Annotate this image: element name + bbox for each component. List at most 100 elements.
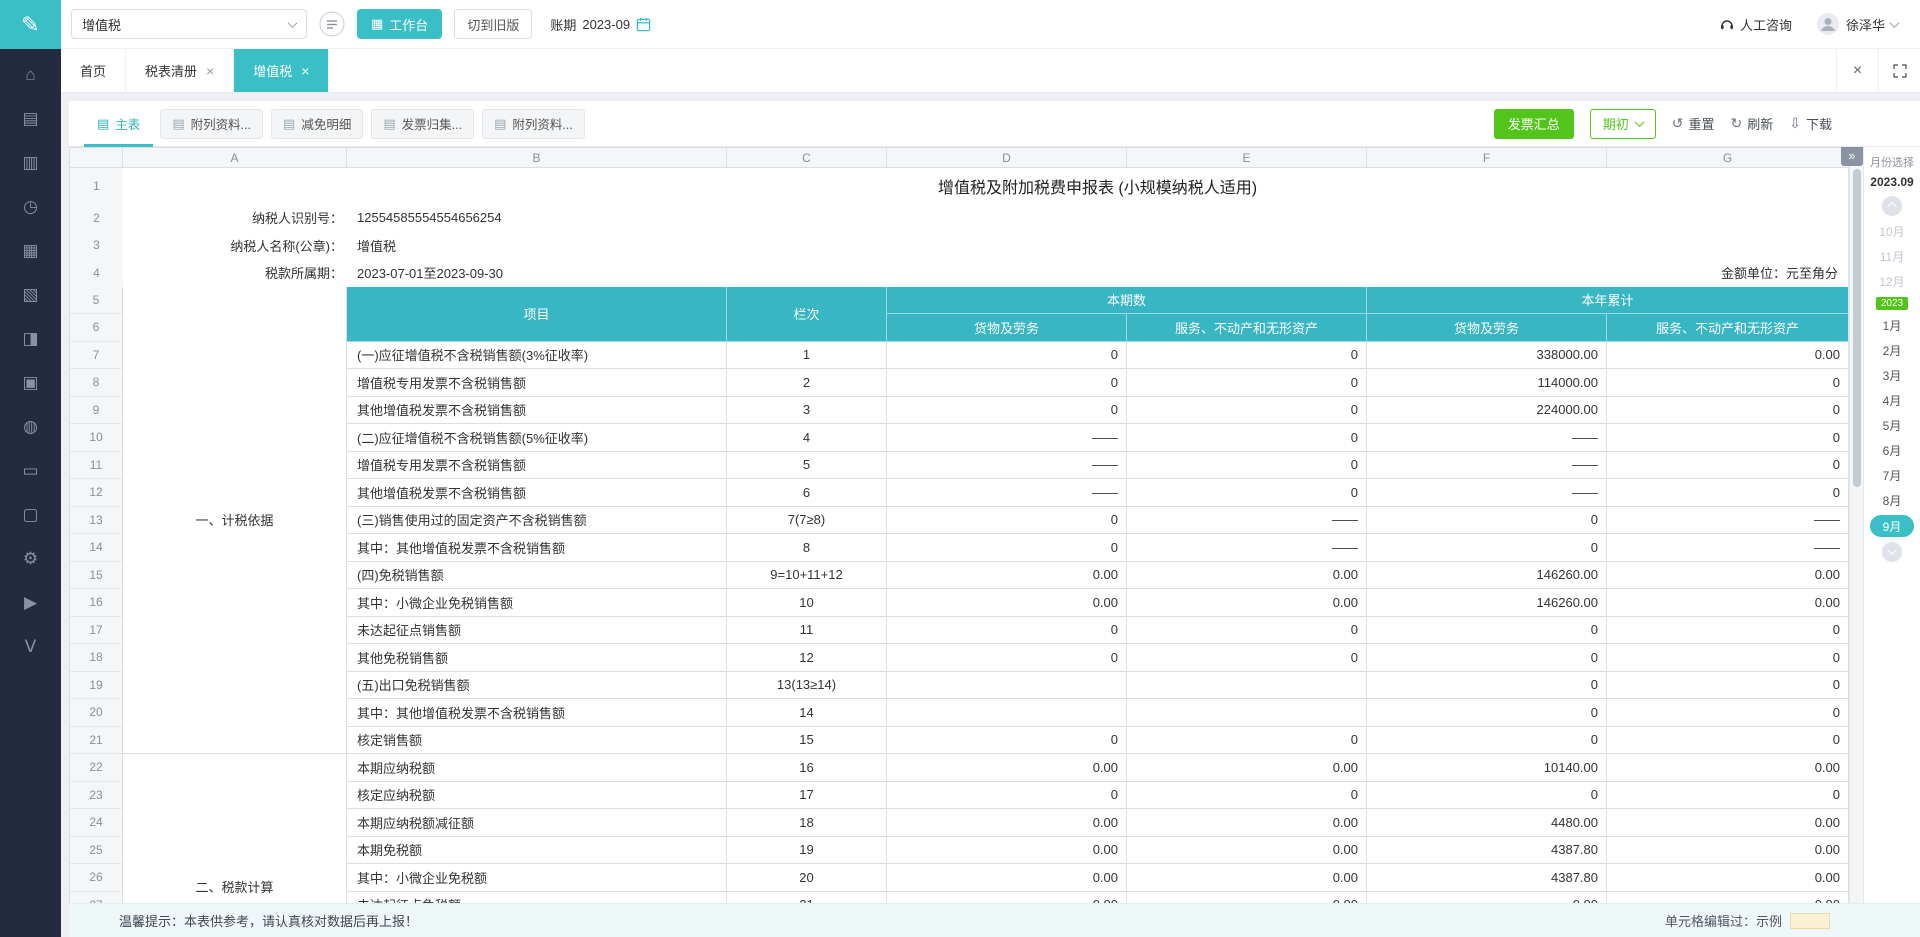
row-number[interactable]: 15 xyxy=(69,561,123,589)
month-item[interactable]: 11月 xyxy=(1870,244,1914,269)
cell-G11[interactable]: 0 xyxy=(1607,451,1849,479)
vertical-scrollbar[interactable] xyxy=(1849,147,1863,903)
cell-C13[interactable]: 7(7≥8) xyxy=(727,506,887,534)
chart-icon[interactable]: ▥ xyxy=(0,141,61,185)
cell-D15[interactable]: 0.00 xyxy=(887,561,1127,589)
cell-D25[interactable]: 0.00 xyxy=(887,836,1127,864)
month-item-selected[interactable]: 9月 xyxy=(1870,515,1914,537)
switch-version-button[interactable]: 切到旧版 xyxy=(454,9,533,39)
user-menu[interactable]: 徐泽华 xyxy=(1816,12,1900,36)
cell-F7[interactable]: 338000.00 xyxy=(1367,341,1607,369)
tab-close-icon[interactable]: × xyxy=(206,63,214,79)
cell-E23[interactable]: 0 xyxy=(1127,781,1367,809)
cell-B22[interactable]: 本期应纳税额 xyxy=(347,754,727,782)
cell-B13[interactable]: (三)销售使用过的固定资产不含税销售额 xyxy=(347,506,727,534)
cell-B17[interactable]: 未达起征点销售额 xyxy=(347,616,727,644)
row-number[interactable]: 11 xyxy=(69,451,123,479)
cell-C15[interactable]: 9=10+11+12 xyxy=(727,561,887,589)
sheet-tab-appendix-1[interactable]: ▤ 附列资料... xyxy=(160,108,264,139)
cell-G12[interactable]: 0 xyxy=(1607,479,1849,507)
month-item[interactable]: 4月 xyxy=(1870,388,1914,413)
cell-D22[interactable]: 0.00 xyxy=(887,754,1127,782)
cell-B25[interactable]: 本期免税额 xyxy=(347,836,727,864)
cell-E13[interactable]: —— xyxy=(1127,506,1367,534)
form-title[interactable]: 增值税及附加税费申报表 (小规模纳税人适用) xyxy=(347,168,1849,204)
row-number[interactable]: 3 xyxy=(69,231,123,259)
row-number[interactable]: 12 xyxy=(69,479,123,507)
cell-D12[interactable]: —— xyxy=(887,479,1127,507)
cell-G18[interactable]: 0 xyxy=(1607,644,1849,672)
cell-E11[interactable]: 0 xyxy=(1127,451,1367,479)
cell-G14[interactable]: —— xyxy=(1607,534,1849,562)
company-select[interactable]: 增值税 xyxy=(71,9,307,39)
taxpayer-id-label[interactable]: 纳税人识别号： xyxy=(123,204,347,232)
row-number[interactable]: 8 xyxy=(69,369,123,397)
cell-E17[interactable]: 0 xyxy=(1127,616,1367,644)
month-item[interactable]: 10月 xyxy=(1870,219,1914,244)
column-header-G[interactable]: G xyxy=(1607,148,1849,168)
cell-C9[interactable]: 3 xyxy=(727,396,887,424)
cell-G21[interactable]: 0 xyxy=(1607,726,1849,754)
cell-G23[interactable]: 0 xyxy=(1607,781,1849,809)
cell-E27[interactable]: 0.00 xyxy=(1127,891,1367,903)
taxpayer-id-value[interactable]: 12554585554554656254 xyxy=(347,204,1849,232)
cell-G22[interactable]: 0.00 xyxy=(1607,754,1849,782)
row-number[interactable]: 5 xyxy=(69,286,123,314)
cell-B23[interactable]: 核定应纳税额 xyxy=(347,781,727,809)
cell-C20[interactable]: 14 xyxy=(727,699,887,727)
row-number[interactable]: 4 xyxy=(69,259,123,287)
taxpayer-name-value[interactable]: 增值税 xyxy=(347,231,1849,259)
row-number[interactable]: 24 xyxy=(69,809,123,837)
row-number[interactable]: 22 xyxy=(69,754,123,782)
collapse-panel-button[interactable]: » xyxy=(1841,147,1863,166)
cell-D11[interactable]: —— xyxy=(887,451,1127,479)
service-icon[interactable]: ◍ xyxy=(0,405,61,449)
row-number[interactable]: 25 xyxy=(69,836,123,864)
row-number[interactable]: 1 xyxy=(69,168,123,204)
invoice-summary-button[interactable]: 发票汇总 xyxy=(1493,108,1574,139)
fullscreen-button[interactable] xyxy=(1878,49,1920,92)
cell-D7[interactable]: 0 xyxy=(887,341,1127,369)
video-icon[interactable]: ▶ xyxy=(0,581,61,625)
download-button[interactable]: ⇩ 下载 xyxy=(1789,114,1832,133)
cell-B11[interactable]: 增值税专用发票不含税销售额 xyxy=(347,451,727,479)
checkout-icon[interactable]: ▭ xyxy=(0,449,61,493)
cell-G27[interactable]: 0.00 xyxy=(1607,891,1849,903)
cell-F13[interactable]: 0 xyxy=(1367,506,1607,534)
cell-D16[interactable]: 0.00 xyxy=(887,589,1127,617)
cell-G7[interactable]: 0.00 xyxy=(1607,341,1849,369)
cell-G10[interactable]: 0 xyxy=(1607,424,1849,452)
funds-icon[interactable]: ◷ xyxy=(0,185,61,229)
cell-E20[interactable] xyxy=(1127,699,1367,727)
cell-D19[interactable] xyxy=(887,671,1127,699)
cell-C27[interactable]: 21 xyxy=(727,891,887,903)
cell-E16[interactable]: 0.00 xyxy=(1127,589,1367,617)
tax-period-value[interactable]: 2023-07-01至2023-09-30 xyxy=(347,259,1367,287)
cell-D10[interactable]: —— xyxy=(887,424,1127,452)
close-all-tabs-button[interactable]: × xyxy=(1836,49,1878,92)
row-number[interactable]: 26 xyxy=(69,864,123,892)
cell-F23[interactable]: 0 xyxy=(1367,781,1607,809)
corner-cell[interactable] xyxy=(69,148,123,168)
cell-F16[interactable]: 146260.00 xyxy=(1367,589,1607,617)
cell-B7[interactable]: (一)应征增值税不含税销售额(3%征收率) xyxy=(347,341,727,369)
cell-D14[interactable]: 0 xyxy=(887,534,1127,562)
cell-E24[interactable]: 0.00 xyxy=(1127,809,1367,837)
month-item[interactable]: 2月 xyxy=(1870,338,1914,363)
cell-F26[interactable]: 4387.80 xyxy=(1367,864,1607,892)
cell-F19[interactable]: 0 xyxy=(1367,671,1607,699)
cell-B14[interactable]: 其中：其他增值税发票不含税销售额 xyxy=(347,534,727,562)
cell-E8[interactable]: 0 xyxy=(1127,369,1367,397)
support-link[interactable]: 人工咨询 xyxy=(1719,15,1792,34)
cell-D27[interactable]: 0.00 xyxy=(887,891,1127,903)
cell-E12[interactable]: 0 xyxy=(1127,479,1367,507)
cell-G8[interactable]: 0 xyxy=(1607,369,1849,397)
month-item[interactable]: 7月 xyxy=(1870,463,1914,488)
invoice-icon[interactable]: ▣ xyxy=(0,361,61,405)
tab-vat[interactable]: 增值税 × xyxy=(234,49,329,92)
unit-note[interactable]: 金额单位：元至角分 xyxy=(1367,259,1849,287)
cell-D8[interactable]: 0 xyxy=(887,369,1127,397)
row-number[interactable]: 23 xyxy=(69,781,123,809)
cell-F10[interactable]: —— xyxy=(1367,424,1607,452)
month-item[interactable]: 3月 xyxy=(1870,363,1914,388)
